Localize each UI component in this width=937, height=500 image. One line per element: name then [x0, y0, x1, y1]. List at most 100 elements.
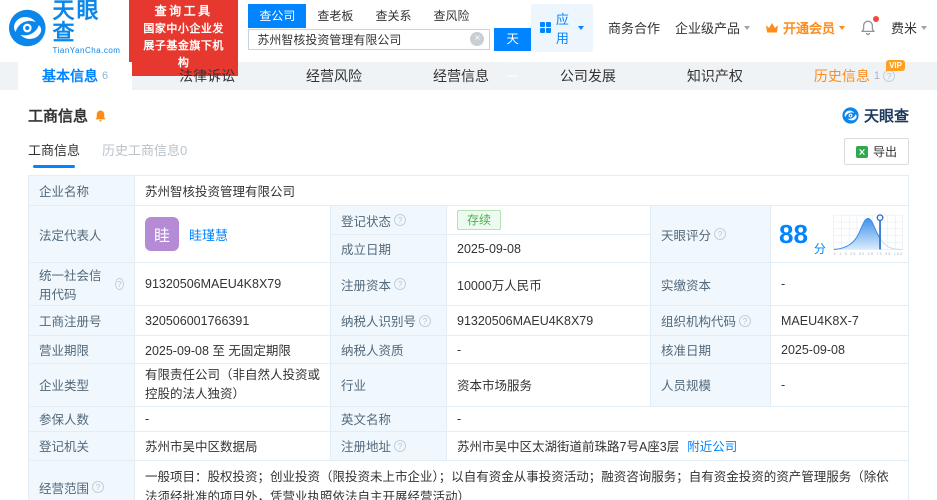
business-scope-value: 一般项目：股权投资；创业投资（限投资未上市企业）；以自有资金从事投资活动；融资咨…	[145, 469, 889, 500]
help-icon[interactable]: ?	[714, 228, 727, 240]
caret-down-icon	[838, 25, 845, 30]
english-name-label: 英文名称	[331, 406, 447, 432]
nearby-companies-link[interactable]: 附近公司	[687, 436, 737, 455]
score-axis-labels: 0 1 5 25 50 65 75 95 100	[834, 252, 903, 256]
vip-badge: VIP	[886, 60, 905, 71]
subtab-history-business-info[interactable]: 历史工商信息0	[102, 140, 187, 168]
reg-address-value: 苏州市吴中区太湖街道前珠路7号A座3层	[457, 440, 680, 454]
taxpayer-quality-label: 纳税人资质	[331, 336, 447, 364]
help-icon[interactable]: ?	[394, 439, 407, 452]
top-header: 天眼查 TianYanCha.com 都在用的商业查询工具 国家中小企业发展子基…	[0, 0, 937, 103]
insured-count-value: -	[135, 406, 331, 432]
search-block: 查公司 查老板 查关系 查风险 × 天眼一下	[248, 4, 531, 103]
tab-history-info[interactable]: VIP 历史信息 1 ?	[790, 60, 919, 90]
table-row: 统一社会信用代码 ? 91320506MAEU4K8X79 注册资本 ? 100…	[29, 263, 909, 306]
approval-date-label: 核准日期	[651, 336, 771, 364]
top-menu: 应用 商务合作 企业级产品 开通会员 费米	[530, 3, 927, 52]
vip-membership-menu[interactable]: 开通会员	[765, 18, 845, 37]
logo-title: 天眼查	[52, 0, 101, 45]
tab-label: 经营信息	[432, 68, 489, 84]
export-label: 导出	[872, 145, 897, 159]
legal-rep-link[interactable]: 眭瑾慧	[189, 225, 228, 244]
help-icon[interactable]: ?	[394, 278, 407, 290]
help-icon[interactable]: ?	[739, 314, 752, 327]
tab-intellectual-property[interactable]: 知识产权	[663, 62, 767, 90]
table-row: 企业类型 有限责任公司（非自然人投资或控股的法人独资） 行业 资本市场服务 人员…	[29, 364, 909, 407]
search-button[interactable]: 天眼一下	[494, 28, 531, 103]
search-tab-relation[interactable]: 查关系	[364, 4, 422, 28]
search-tab-risk[interactable]: 查风险	[422, 4, 480, 28]
help-icon[interactable]: ?	[394, 214, 407, 226]
business-cooperation-link[interactable]: 商务合作	[608, 18, 660, 37]
caret-down-icon	[743, 25, 750, 30]
insured-count-label: 参保人数	[29, 406, 135, 432]
tab-label: 历史信息	[813, 68, 870, 84]
main-content: 工商信息 天眼查 工商信息 历史工商信息0 导出 企业名称 苏州智核投资管理有限…	[0, 105, 937, 500]
section-header: 工商信息 天眼查	[28, 105, 909, 126]
business-term-label: 营业期限	[29, 336, 135, 364]
help-icon[interactable]: ?	[419, 314, 432, 327]
apps-menu[interactable]: 应用	[530, 3, 593, 52]
table-row: 企业名称 苏州智核投资管理有限公司	[29, 176, 909, 206]
tab-label: 法律诉讼	[179, 68, 236, 84]
caret-down-icon	[921, 25, 927, 30]
section-title: 工商信息	[28, 108, 89, 125]
score-unit: 分	[813, 242, 826, 256]
tab-operation-risk[interactable]: 经营风险	[282, 62, 386, 90]
industry-label: 行业	[331, 364, 447, 407]
info-icon[interactable]: ?	[882, 70, 895, 82]
subtab-business-info[interactable]: 工商信息	[28, 140, 80, 168]
apps-menu-label: 应用	[555, 11, 569, 46]
legal-rep-avatar[interactable]: 眭	[145, 217, 179, 251]
crown-icon	[765, 22, 778, 32]
reg-authority-label: 登记机关	[29, 431, 135, 461]
tab-operation-info[interactable]: 经营信息	[409, 62, 513, 90]
help-icon[interactable]: ?	[114, 278, 124, 290]
enterprise-products-menu[interactable]: 企业级产品	[675, 18, 750, 37]
business-info-table: 企业名称 苏州智核投资管理有限公司 法定代表人 眭 眭瑾慧 登记状态 ? 存续 …	[28, 175, 909, 500]
paid-capital-label: 实缴资本	[651, 263, 771, 306]
tab-company-development[interactable]: 公司发展	[536, 62, 640, 90]
reg-status-label-cell: 登记状态 ?	[331, 206, 447, 235]
company-name-value: 苏州智核投资管理有限公司	[135, 176, 909, 206]
score-value-cell[interactable]: 88 分 0 1 5 25 50 65 75 95 100	[771, 206, 909, 263]
staff-size-label: 人员规模	[651, 364, 771, 407]
tianyancha-watermark-icon	[842, 107, 859, 124]
search-tab-company[interactable]: 查公司	[248, 4, 307, 28]
industry-value: 资本市场服务	[447, 364, 651, 407]
reg-address-label-cell: 注册地址 ?	[331, 431, 447, 461]
notification-dot	[872, 16, 879, 22]
tab-basic-info[interactable]: 基本信息 6	[18, 62, 133, 90]
tab-legal-proceedings[interactable]: 法律诉讼	[155, 62, 259, 90]
status-date-subgrid: 登记状态 ? 存续 成立日期 2025-09-08	[331, 206, 651, 263]
establish-date-value: 2025-09-08	[447, 235, 651, 263]
company-type-label: 企业类型	[29, 364, 135, 407]
tianyancha-logo-icon	[8, 9, 46, 46]
table-row: 经营范围 ? 一般项目：股权投资；创业投资（限投资未上市企业）；以自有资金从事投…	[29, 460, 909, 500]
tianyancha-company-page: 天眼查 TianYanCha.com 都在用的商业查询工具 国家中小企业发展子基…	[0, 0, 937, 500]
taxpayer-id-label-cell: 纳税人识别号 ?	[331, 306, 447, 336]
subscribe-bell-icon[interactable]	[94, 109, 107, 123]
watermark-text: 天眼查	[863, 108, 909, 125]
company-name-label: 企业名称	[29, 176, 135, 206]
export-button[interactable]: 导出	[843, 138, 909, 165]
caret-down-icon	[577, 25, 584, 30]
help-icon[interactable]: ?	[92, 481, 105, 494]
tab-count: 1	[873, 70, 880, 82]
promo-banner-line1: 都在用的商业查询工具	[154, 3, 213, 18]
score-distribution-chart: 0 1 5 25 50 65 75 95 100	[833, 214, 903, 256]
excel-icon	[855, 145, 868, 158]
search-tab-boss[interactable]: 查老板	[306, 4, 364, 28]
reg-capital-label-cell: 注册资本 ?	[331, 263, 447, 306]
table-row: 登记机关 苏州市吴中区数据局 注册地址 ? 苏州市吴中区太湖街道前珠路7号A座3…	[29, 431, 909, 461]
tab-label: 经营风险	[306, 68, 363, 84]
credit-code-value: 91320506MAEU4K8X79	[135, 263, 331, 306]
search-input[interactable]	[248, 29, 491, 50]
tab-count: 6	[102, 70, 109, 82]
legal-rep-label: 法定代表人	[29, 206, 135, 263]
notification-bell[interactable]	[860, 16, 879, 36]
staff-size-value: -	[771, 364, 909, 407]
enterprise-products-label: 企业级产品	[674, 21, 740, 36]
user-menu[interactable]: 费米	[891, 18, 927, 37]
tianyancha-logo[interactable]: 天眼查 TianYanCha.com	[8, 0, 122, 55]
